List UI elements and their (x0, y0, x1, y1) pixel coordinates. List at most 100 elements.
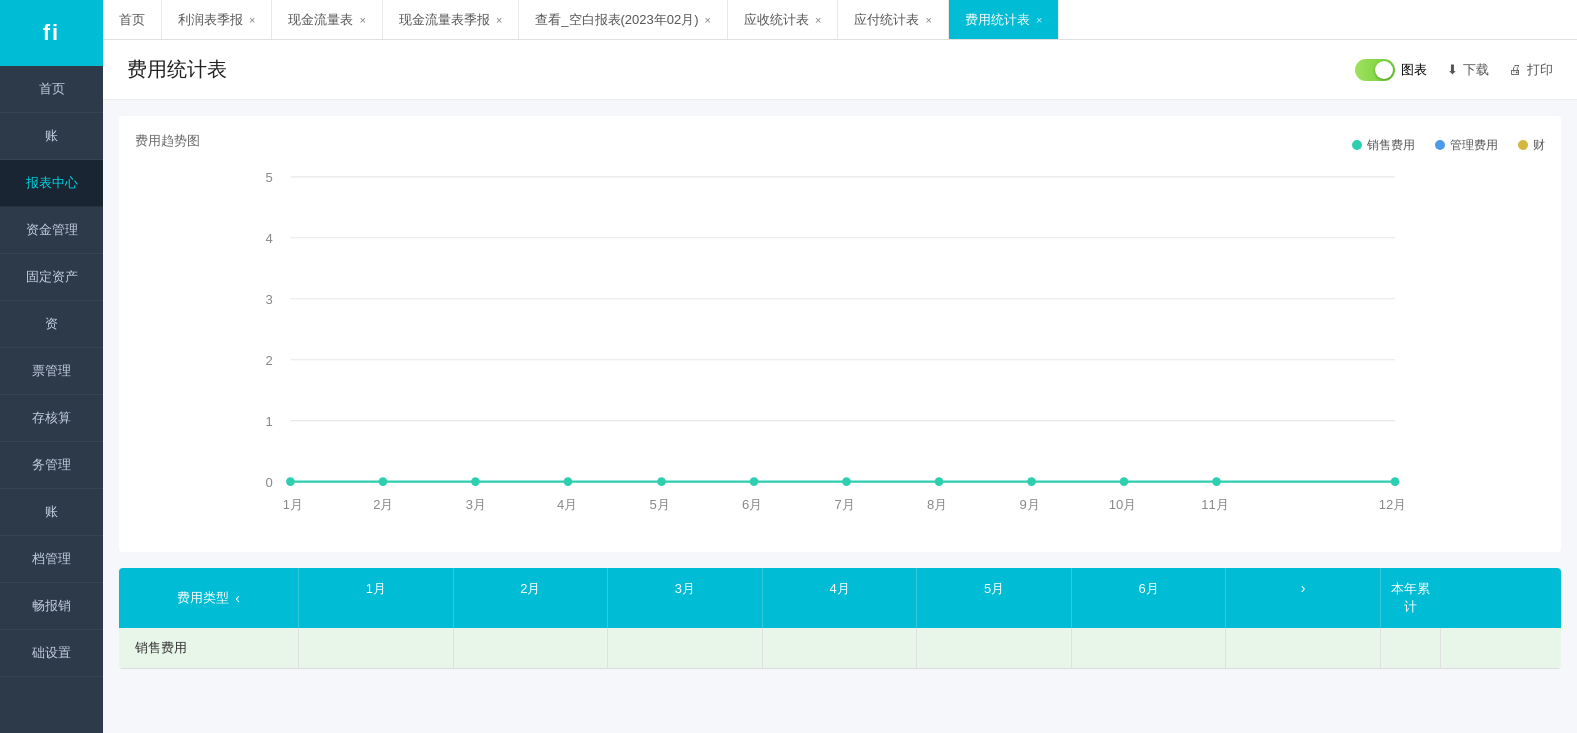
svg-point-13 (379, 477, 388, 486)
th-ytd: 本年累计 (1381, 568, 1441, 628)
sidebar-item-assets2[interactable]: 资 (0, 301, 103, 348)
svg-text:4: 4 (265, 231, 272, 246)
svg-text:7月: 7月 (835, 497, 855, 512)
td-m6 (1072, 628, 1227, 668)
tab-cashflow-quarter-label: 现金流量表季报 (399, 11, 490, 29)
td-m2 (454, 628, 609, 668)
svg-text:3月: 3月 (466, 497, 486, 512)
tab-home[interactable]: 首页 (103, 0, 162, 40)
sidebar-item-expense[interactable]: 畅报销 (0, 583, 103, 630)
svg-text:2月: 2月 (373, 497, 393, 512)
print-icon: 🖨 (1509, 62, 1522, 77)
legend-finance-label: 财 (1533, 137, 1545, 154)
sidebar-item-basic-settings[interactable]: 础设置 (0, 630, 103, 677)
tab-blank-report-label: 查看_空白报表(2023年02月) (535, 11, 698, 29)
svg-text:9月: 9月 (1020, 497, 1040, 512)
svg-text:1: 1 (265, 414, 272, 429)
svg-point-19 (935, 477, 944, 486)
sidebar-item-fund-mgmt[interactable]: 资金管理 (0, 207, 103, 254)
table-header: 费用类型 ‹ 1月 2月 3月 4月 5月 6月 › 本年累计 (119, 568, 1561, 628)
tab-profit-quarter[interactable]: 利润表季报 × (162, 0, 272, 40)
tab-payable-label: 应付统计表 (854, 11, 919, 29)
sidebar-item-ticket-mgmt[interactable]: 票管理 (0, 348, 103, 395)
svg-point-21 (1120, 477, 1129, 486)
th-type-label: 费用类型 (177, 589, 229, 607)
td-arrow-spacer (1226, 628, 1381, 668)
tab-blank-report[interactable]: 查看_空白报表(2023年02月) × (519, 0, 728, 40)
chart-legend: 销售费用 管理费用 财 (1352, 137, 1545, 154)
svg-point-22 (1212, 477, 1221, 486)
chart-area: 费用趋势图 销售费用 管理费用 财 (119, 116, 1561, 552)
svg-point-18 (842, 477, 851, 486)
sidebar-item-inventory[interactable]: 存核算 (0, 395, 103, 442)
svg-point-16 (657, 477, 666, 486)
print-button[interactable]: 🖨 打印 (1509, 61, 1553, 79)
tab-cashflow-quarter[interactable]: 现金流量表季报 × (383, 0, 519, 40)
th-month-5: 5月 (917, 568, 1072, 628)
sidebar-item-service-mgmt[interactable]: 务管理 (0, 442, 103, 489)
legend-finance-dot (1518, 140, 1528, 150)
page-header: 费用统计表 图表 ⬇ 下载 🖨 打印 (103, 40, 1577, 100)
td-type: 销售费用 (119, 628, 299, 668)
sidebar-item-account[interactable]: 账 (0, 113, 103, 160)
tab-payable[interactable]: 应付统计表 × (838, 0, 948, 40)
sidebar-item-fixed-assets[interactable]: 固定资产 (0, 254, 103, 301)
tab-receivable-label: 应收统计表 (744, 11, 809, 29)
th-type: 费用类型 ‹ (119, 568, 299, 628)
next-arrow-cell[interactable]: › (1226, 568, 1381, 628)
page-title: 费用统计表 (127, 56, 227, 83)
print-label: 打印 (1527, 61, 1553, 79)
tab-cashflow-label: 现金流量表 (288, 11, 353, 29)
download-button[interactable]: ⬇ 下载 (1447, 61, 1489, 79)
tab-profit-quarter-close[interactable]: × (249, 14, 255, 26)
tab-cashflow-quarter-close[interactable]: × (496, 14, 502, 26)
legend-admin-label: 管理费用 (1450, 137, 1498, 154)
tab-payable-close[interactable]: × (925, 14, 931, 26)
chart-title: 费用趋势图 (135, 132, 200, 150)
tab-receivable[interactable]: 应收统计表 × (728, 0, 838, 40)
svg-point-20 (1027, 477, 1036, 486)
legend-sales-dot (1352, 140, 1362, 150)
td-ytd (1381, 628, 1441, 668)
legend-admin: 管理费用 (1435, 137, 1498, 154)
tab-blank-report-close[interactable]: × (705, 14, 711, 26)
svg-text:1月: 1月 (283, 497, 303, 512)
next-arrow[interactable]: › (1301, 580, 1306, 596)
chart-container: 0 1 2 3 4 5 (135, 166, 1545, 536)
tab-expense-close[interactable]: × (1036, 14, 1042, 26)
svg-point-12 (286, 477, 295, 486)
tab-expense[interactable]: 费用统计表 × (949, 0, 1059, 40)
svg-text:4月: 4月 (557, 497, 577, 512)
tab-cashflow-close[interactable]: × (359, 14, 365, 26)
header-actions: 图表 ⬇ 下载 🖨 打印 (1355, 59, 1553, 81)
td-m4 (763, 628, 918, 668)
tab-receivable-close[interactable]: × (815, 14, 821, 26)
td-m5 (917, 628, 1072, 668)
legend-admin-dot (1435, 140, 1445, 150)
th-month-3: 3月 (608, 568, 763, 628)
page-content: 费用统计表 图表 ⬇ 下载 🖨 打印 费用趋势图 (103, 40, 1577, 733)
tab-expense-label: 费用统计表 (965, 11, 1030, 29)
chart-header: 费用趋势图 销售费用 管理费用 财 (135, 132, 1545, 158)
legend-sales: 销售费用 (1352, 137, 1415, 154)
td-m3 (608, 628, 763, 668)
tab-profit-quarter-label: 利润表季报 (178, 11, 243, 29)
svg-text:10月: 10月 (1109, 497, 1137, 512)
svg-text:5月: 5月 (650, 497, 670, 512)
download-icon: ⬇ (1447, 62, 1458, 77)
prev-arrow[interactable]: ‹ (235, 590, 240, 606)
svg-point-14 (471, 477, 480, 486)
tab-cashflow[interactable]: 现金流量表 × (272, 0, 382, 40)
th-month-2: 2月 (454, 568, 609, 628)
th-month-1: 1月 (299, 568, 454, 628)
sidebar-item-report-center[interactable]: 报表中心 (0, 160, 103, 207)
svg-text:5: 5 (265, 170, 272, 185)
svg-text:8月: 8月 (927, 497, 947, 512)
sidebar-item-ledger[interactable]: 账 (0, 489, 103, 536)
svg-point-15 (564, 477, 573, 486)
sidebar-item-home[interactable]: 首页 (0, 66, 103, 113)
td-m1 (299, 628, 454, 668)
sidebar-item-file-mgmt[interactable]: 档管理 (0, 536, 103, 583)
tab-home-label: 首页 (119, 11, 145, 29)
chart-toggle[interactable] (1355, 59, 1395, 81)
